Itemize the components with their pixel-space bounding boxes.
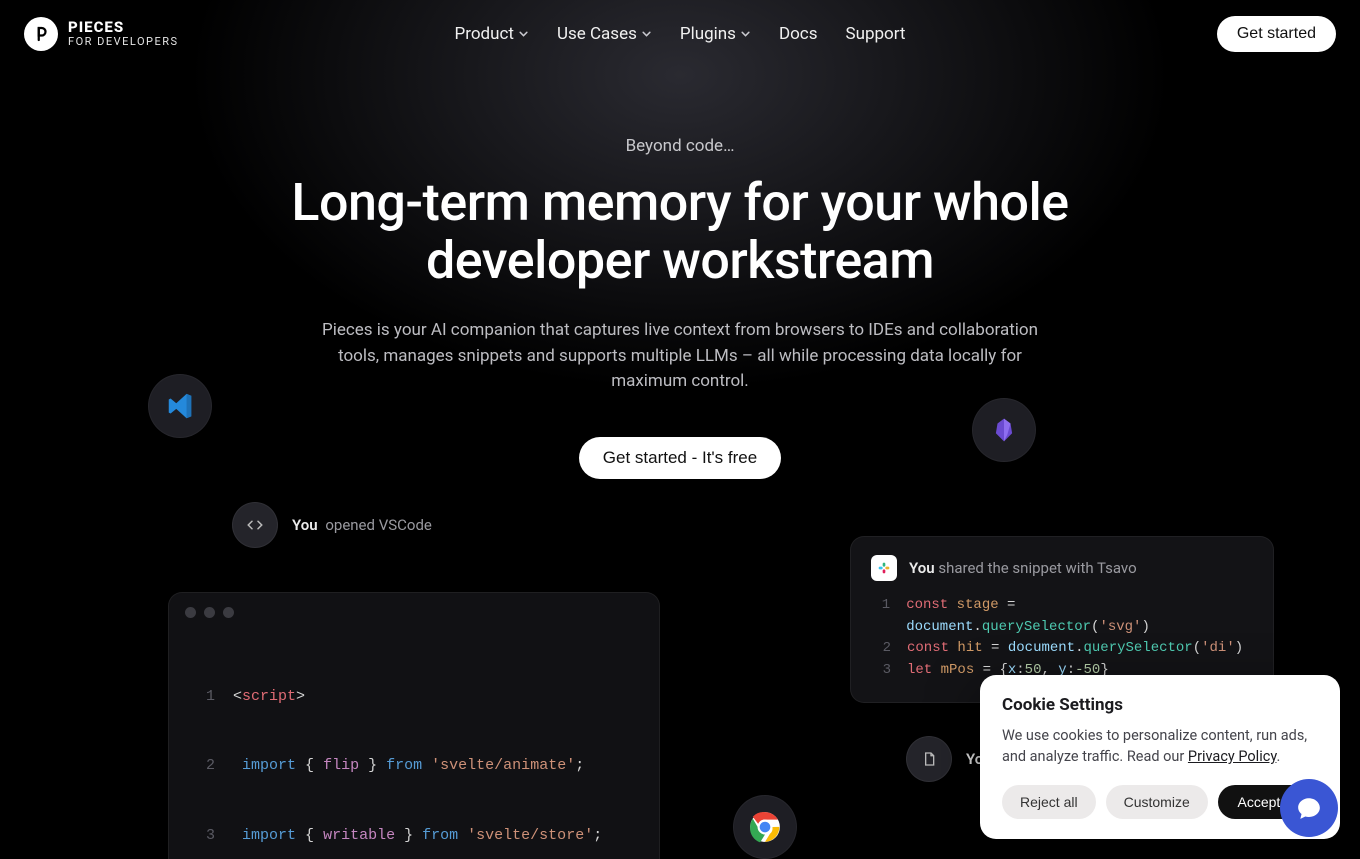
activity-who: You (292, 516, 318, 534)
brand-mark-icon (24, 17, 58, 51)
hero-headline-line2: developer workstream (426, 230, 934, 291)
hero-headline: Long-term memory for your whole develope… (0, 174, 1360, 290)
snippet-what: shared the snippet with Tsavo (938, 559, 1136, 577)
snippet-who: You (909, 559, 935, 577)
window-dot (185, 607, 196, 618)
brand-line2: FOR DEVELOPERS (68, 36, 179, 48)
window-dot (204, 607, 215, 618)
get-started-button[interactable]: Get started (1217, 16, 1336, 52)
reject-all-button[interactable]: Reject all (1002, 785, 1096, 819)
hero-eyebrow: Beyond code… (0, 136, 1360, 156)
nav-docs-label: Docs (779, 24, 818, 44)
nav-plugins[interactable]: Plugins (680, 24, 751, 44)
hero-get-started-button[interactable]: Get started - It's free (579, 437, 781, 479)
activity-text: You opened VSCode (292, 516, 432, 534)
main-nav: Product Use Cases Plugins Docs Support (455, 24, 906, 44)
code-icon (232, 502, 278, 548)
slack-icon (871, 555, 897, 581)
nav-support[interactable]: Support (845, 24, 905, 44)
customize-button[interactable]: Customize (1106, 785, 1208, 819)
activity-opened-vscode: You opened VSCode (232, 502, 432, 548)
chat-icon (1296, 795, 1322, 821)
chat-launcher-button[interactable] (1280, 779, 1338, 837)
brand-text: PIECES FOR DEVELOPERS (68, 20, 179, 47)
code-block: 1<script> 2 import { flip } from 'svelte… (169, 632, 659, 859)
privacy-policy-link[interactable]: Privacy Policy (1188, 748, 1277, 765)
nav-plugins-label: Plugins (680, 24, 736, 44)
file-icon (906, 736, 952, 782)
cookie-body: We use cookies to personalize content, r… (1002, 725, 1318, 767)
brand-logo[interactable]: PIECES FOR DEVELOPERS (24, 17, 179, 51)
nav-use-cases[interactable]: Use Cases (557, 24, 652, 44)
window-controls (169, 593, 659, 632)
hero-section: Beyond code… Long-term memory for your w… (0, 136, 1360, 479)
cookie-title: Cookie Settings (1002, 695, 1318, 715)
nav-product[interactable]: Product (455, 24, 529, 44)
nav-support-label: Support (845, 24, 905, 44)
nav-product-label: Product (455, 24, 514, 44)
chevron-down-icon (519, 29, 529, 39)
nav-docs[interactable]: Docs (779, 24, 818, 44)
cookie-actions: Reject all Customize Accept all (1002, 785, 1318, 819)
code-window: 1<script> 2 import { flip } from 'svelte… (168, 592, 660, 859)
snippet-header: You shared the snippet with Tsavo (871, 555, 1253, 581)
window-dot (223, 607, 234, 618)
site-header: PIECES FOR DEVELOPERS Product Use Cases … (0, 0, 1360, 68)
chrome-icon (733, 795, 797, 859)
activity-what: opened VSCode (325, 516, 432, 534)
chevron-down-icon (642, 29, 652, 39)
chevron-down-icon (741, 29, 751, 39)
hero-subhead: Pieces is your AI companion that capture… (320, 318, 1040, 395)
nav-use-cases-label: Use Cases (557, 24, 637, 44)
hero-headline-line1: Long-term memory for your whole (291, 172, 1068, 233)
snippet-code: 1const stage = document.querySelector('s… (871, 595, 1253, 682)
brand-line1: PIECES (68, 20, 179, 36)
snippet-text: You shared the snippet with Tsavo (909, 559, 1137, 577)
